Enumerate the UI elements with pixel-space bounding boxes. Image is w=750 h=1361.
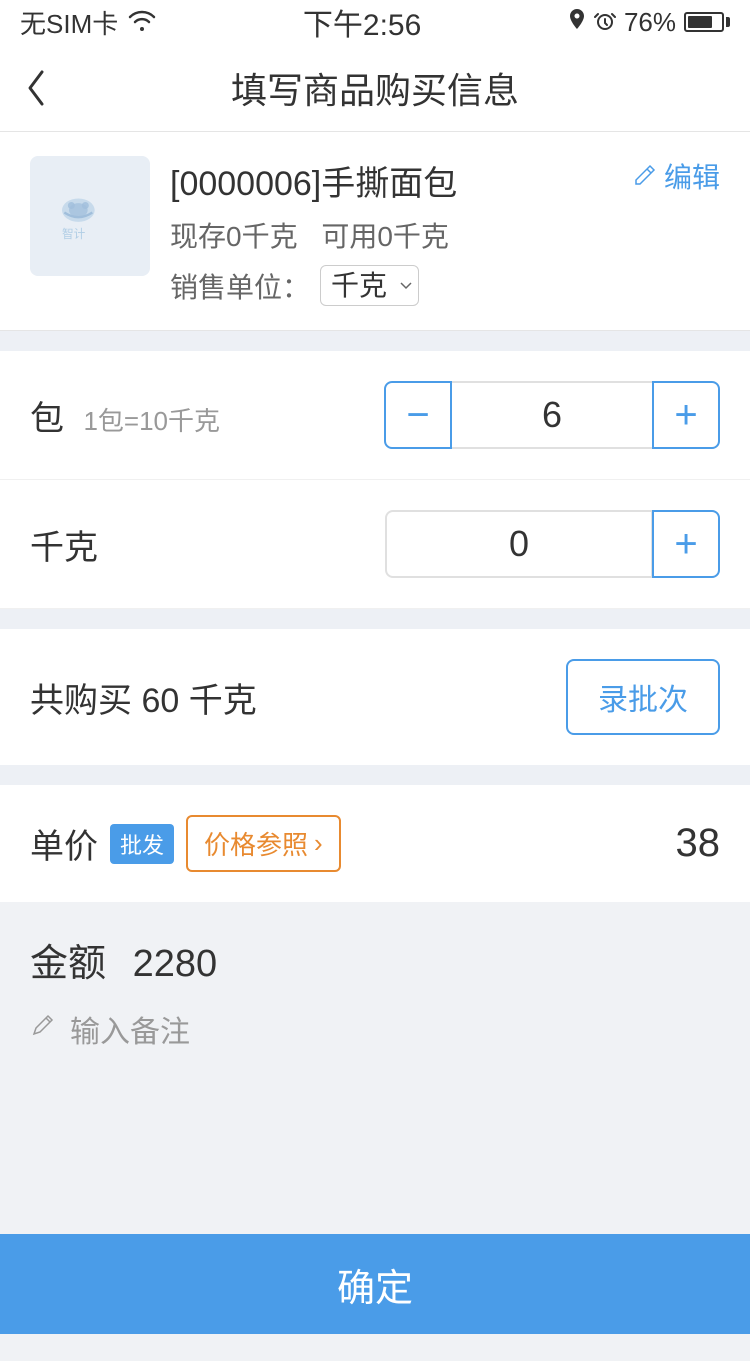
status-carrier: 无SIM卡 [20,4,156,41]
svg-text:智计: 智计 [62,227,86,241]
battery-icon [684,12,730,32]
amount-row: 金额 2280 [30,932,720,987]
section-divider-3 [0,765,750,785]
carrier-text: 无SIM卡 [20,4,118,41]
kg-label: 千克 [30,520,385,569]
record-batch-button[interactable]: 录批次 [566,659,720,735]
bag-input[interactable] [452,381,652,449]
status-time: 下午2:56 [303,0,421,44]
kg-qty-control: + [385,510,720,578]
product-unit: 销售单位： 千克 包 [170,265,720,306]
bag-input-section: 包 1包=10千克 − + 千克 + [0,351,750,609]
page-title: 填写商品购买信息 [231,62,519,114]
bag-label: 包 1包=10千克 [30,391,384,440]
price-label: 单价 批发 价格参照 › [30,815,341,872]
bag-minus-button[interactable]: − [384,381,452,449]
total-row: 共购买 60 千克 录批次 [0,629,750,765]
kg-input-row: 千克 + [0,480,750,609]
note-row[interactable]: 输入备注 [30,1007,720,1051]
edit-button[interactable]: 编辑 [630,156,720,196]
bag-plus-button[interactable]: + [652,381,720,449]
wholesale-badge: 批发 [110,824,174,864]
battery-percent: 76% [624,7,676,38]
confirm-button-text: 确定 [337,1257,413,1312]
pencil-icon [30,1012,58,1047]
bag-hint: 1包=10千克 [83,406,220,436]
alarm-icon [594,7,616,38]
section-divider-2 [0,609,750,629]
product-card: 智计 [0000006]手撕面包 现存0千克 可用0千克 销售单位： 千克 包 … [0,132,750,331]
location-icon [568,7,586,38]
bag-qty-control: − + [384,381,720,449]
wifi-icon [128,7,156,38]
total-text: 共购买 60 千克 [30,673,257,722]
kg-input[interactable] [385,510,653,578]
confirm-bar[interactable]: 确定 [0,1234,750,1334]
status-bar: 无SIM卡 下午2:56 76% [0,0,750,44]
price-section: 单价 批发 价格参照 › 38 [0,785,750,902]
price-reference-button[interactable]: 价格参照 › [186,815,341,872]
price-value: 38 [676,821,721,866]
back-button[interactable] [24,68,48,108]
product-stock: 现存0千克 可用0千克 [170,215,720,255]
nav-bar: 填写商品购买信息 [0,44,750,132]
amount-section: 金额 2280 输入备注 [0,902,750,1081]
kg-plus-button[interactable]: + [652,510,720,578]
section-divider-1 [0,331,750,351]
status-right: 76% [568,7,730,38]
unit-select[interactable]: 千克 包 [320,265,419,306]
bag-input-row: 包 1包=10千克 − + [0,351,750,480]
note-placeholder: 输入备注 [70,1007,190,1051]
product-image: 智计 [30,156,150,276]
